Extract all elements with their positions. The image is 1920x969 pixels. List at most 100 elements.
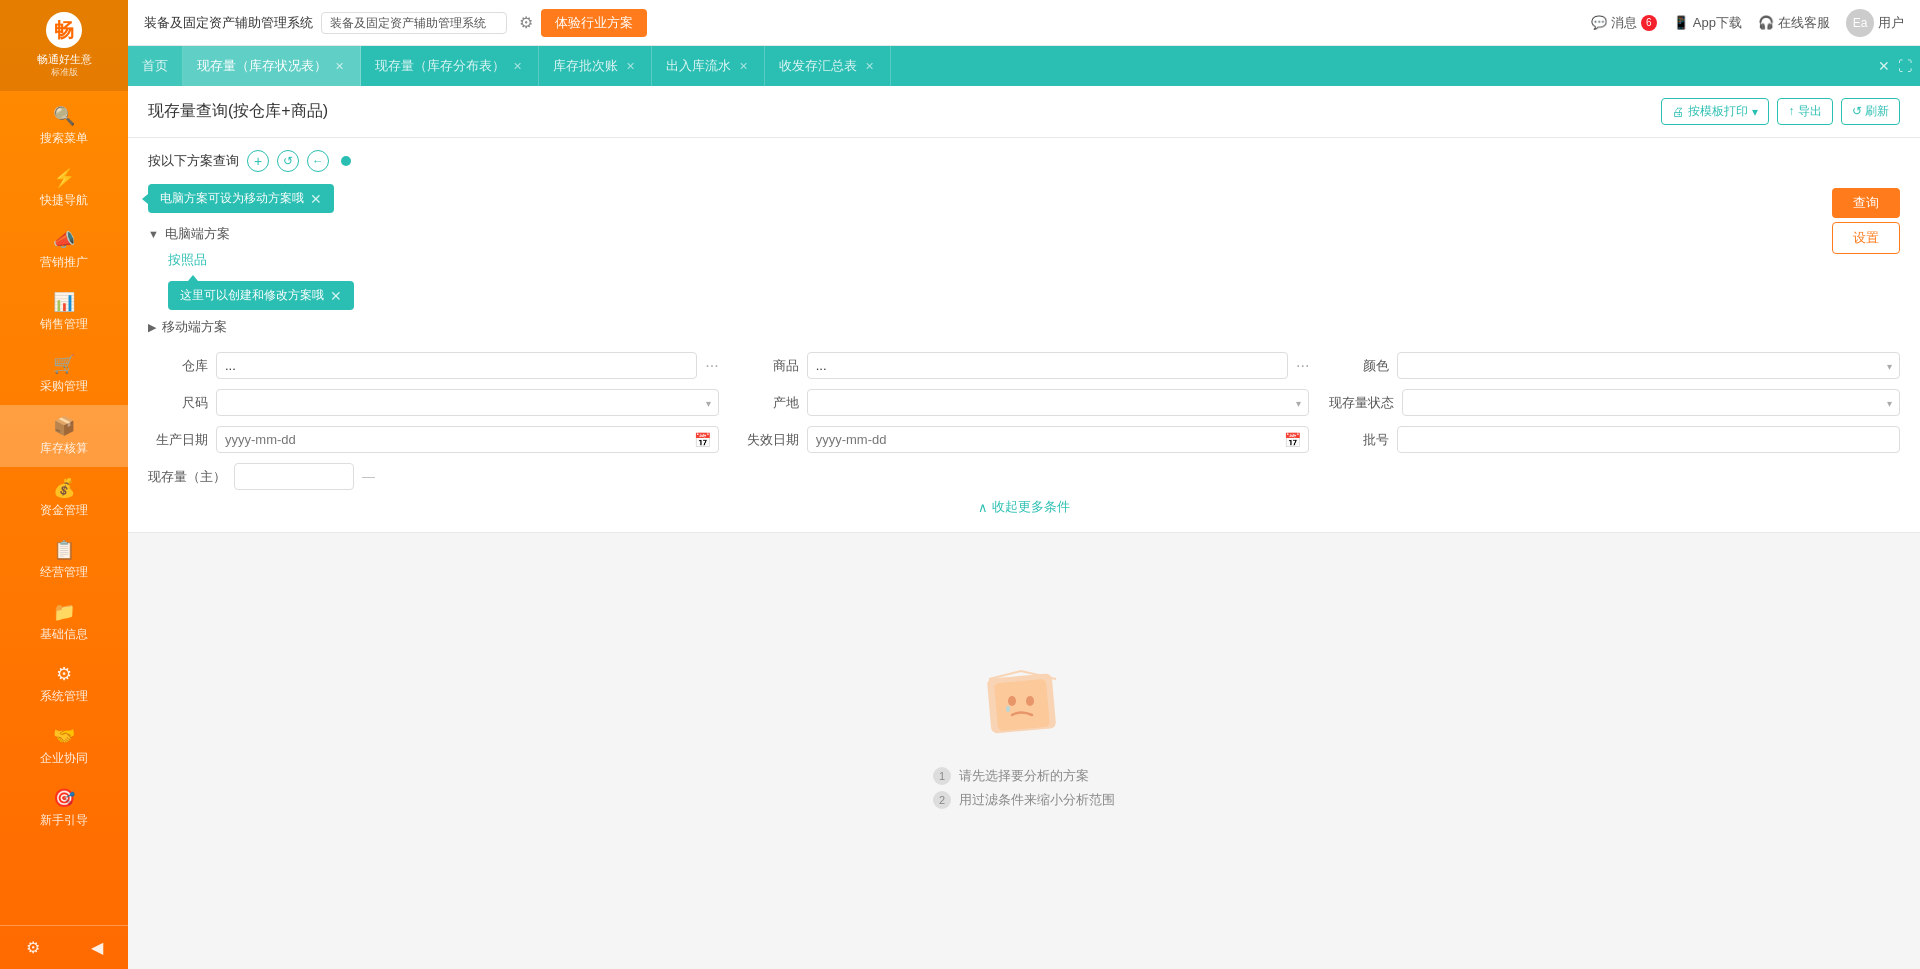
warehouse-more-icon[interactable]: ···: [705, 357, 718, 375]
size-select-wrap: ▾: [216, 389, 719, 416]
collapse-filter-button[interactable]: ∧ 收起更多条件: [978, 498, 1070, 516]
system-selector[interactable]: 装备及固定资产辅助管理系统: [321, 12, 507, 34]
tab-close-icon[interactable]: ✕: [624, 59, 637, 74]
status-select[interactable]: [1402, 389, 1900, 416]
tooltip2-close-icon[interactable]: ✕: [330, 288, 342, 304]
collapse-label: 收起更多条件: [992, 498, 1070, 516]
sales-icon: 📊: [53, 291, 75, 313]
search-button[interactable]: 查询: [1832, 188, 1900, 218]
expire-date-from-input[interactable]: [807, 426, 1310, 453]
tab-close-icon[interactable]: ✕: [863, 59, 876, 74]
user-label: 用户: [1878, 14, 1904, 32]
color-label: 颜色: [1329, 357, 1389, 375]
sidebar-item-basicinfo[interactable]: 📁 基础信息: [0, 591, 128, 653]
chevron-down-icon: ▾: [1752, 105, 1758, 119]
origin-select[interactable]: [807, 389, 1310, 416]
sidebar-item-system[interactable]: ⚙ 系统管理: [0, 653, 128, 715]
produce-date-from-input[interactable]: [216, 426, 719, 453]
template-print-button[interactable]: 🖨 按模板打印 ▾: [1661, 98, 1769, 125]
scheme-group-desktop: ▼ 电脑端方案 按照品: [148, 221, 1900, 273]
sidebar-item-label: 系统管理: [40, 688, 88, 705]
scheme-group-header-mobile[interactable]: ▶ 移动端方案: [148, 314, 1900, 340]
sidebar-item-inventory[interactable]: 📦 库存核算: [0, 405, 128, 467]
online-service-item[interactable]: 🎧 在线客服: [1758, 14, 1830, 32]
sidebar-item-search[interactable]: 🔍 搜索菜单: [0, 95, 128, 157]
industry-plan-button[interactable]: 体验行业方案: [541, 9, 647, 37]
export-icon: ↑: [1788, 104, 1794, 118]
sidebar-item-finance[interactable]: 💰 资金管理: [0, 467, 128, 529]
sidebar-item-collab[interactable]: 🤝 企业协同: [0, 715, 128, 777]
chevron-right-icon: ▼: [148, 228, 159, 240]
scheme-group-label: 移动端方案: [162, 318, 227, 336]
tab-expand-icon[interactable]: ⛶: [1898, 58, 1912, 74]
collapse-sidebar-btn[interactable]: ◀: [83, 934, 111, 961]
marketing-icon: 📣: [53, 229, 75, 251]
tab-inventory-status[interactable]: 现存量（库存状况表） ✕: [183, 46, 361, 86]
page-title: 现存量查询(按仓库+商品): [148, 101, 328, 122]
warehouse-select[interactable]: ...: [216, 352, 697, 379]
app-badge: 标准版: [51, 66, 78, 79]
collab-icon: 🤝: [53, 725, 75, 747]
goods-select-wrap: ...: [807, 352, 1288, 379]
app-download-item[interactable]: 📱 App下载: [1673, 14, 1742, 32]
sidebar-item-purchase[interactable]: 🛒 采购管理: [0, 343, 128, 405]
tab-summary[interactable]: 收发存汇总表 ✕: [765, 46, 891, 86]
tab-close-icon[interactable]: ✕: [333, 59, 346, 74]
export-button[interactable]: ↑ 导出: [1777, 98, 1832, 125]
tab-label: 库存批次账: [553, 57, 618, 75]
sidebar-item-guide[interactable]: 🎯 新手引导: [0, 777, 128, 839]
back-scheme-button[interactable]: ←: [307, 150, 329, 172]
size-select[interactable]: [216, 389, 719, 416]
filter-section: 按以下方案查询 + ↺ ← 电脑方案可设为移动方案哦 ✕ ▼ 电脑端方案: [128, 138, 1920, 533]
batch-label: 批号: [1329, 431, 1389, 449]
search-btn-group: 查询 设置: [1832, 188, 1900, 254]
goods-select[interactable]: ...: [807, 352, 1288, 379]
tab-home[interactable]: 首页: [128, 46, 183, 86]
guide-icon: 🎯: [53, 787, 75, 809]
user-item[interactable]: Ea 用户: [1846, 9, 1904, 37]
topbar: 装备及固定资产辅助管理系统 装备及固定资产辅助管理系统 ⚙ 体验行业方案 💬 消…: [128, 0, 1920, 46]
produce-date-label: 生产日期: [148, 431, 208, 449]
sidebar-item-label: 营销推广: [40, 254, 88, 271]
filter-row-warehouse: 仓库 ... ···: [148, 352, 719, 379]
sidebar-item-sales[interactable]: 📊 销售管理: [0, 281, 128, 343]
tab-close-icon[interactable]: ✕: [511, 59, 524, 74]
message-icon: 💬: [1591, 15, 1607, 30]
sidebar-item-marketing[interactable]: 📣 营销推广: [0, 219, 128, 281]
tab-flow[interactable]: 出入库流水 ✕: [652, 46, 765, 86]
search-icon: 🔍: [53, 105, 75, 127]
settings-gear-icon[interactable]: ⚙: [519, 13, 533, 32]
operations-icon: 📋: [53, 539, 75, 561]
goods-more-icon[interactable]: ···: [1296, 357, 1309, 375]
sidebar-item-quicknav[interactable]: ⚡ 快捷导航: [0, 157, 128, 219]
batch-input[interactable]: [1397, 426, 1900, 453]
color-select[interactable]: [1397, 352, 1900, 379]
tab-close-icon[interactable]: ✕: [737, 59, 750, 74]
add-scheme-button[interactable]: +: [247, 150, 269, 172]
tab-bar: 首页 现存量（库存状况表） ✕ 现存量（库存分布表） ✕ 库存批次账 ✕ 出入库…: [128, 46, 1920, 86]
sidebar-item-operations[interactable]: 📋 经营管理: [0, 529, 128, 591]
quicknav-icon: ⚡: [53, 167, 75, 189]
system-title: 装备及固定资产辅助管理系统: [144, 14, 313, 32]
svg-point-3: [1026, 696, 1034, 706]
scheme-group-header-desktop[interactable]: ▼ 电脑端方案: [148, 221, 1900, 247]
scheme-item-product[interactable]: 按照品: [148, 247, 1900, 273]
header-actions: 🖨 按模板打印 ▾ ↑ 导出 ↺ 刷新: [1661, 98, 1900, 125]
refresh-scheme-button[interactable]: ↺: [277, 150, 299, 172]
tooltip1-close-icon[interactable]: ✕: [310, 191, 322, 207]
sidebar-item-label: 快捷导航: [40, 192, 88, 209]
color-select-wrap: ▾: [1397, 352, 1900, 379]
settings-bottom-btn[interactable]: ⚙: [18, 934, 48, 961]
tab-close-all-icon[interactable]: ✕: [1878, 58, 1890, 74]
reset-button[interactable]: 设置: [1832, 222, 1900, 254]
warehouse-select-wrap: ...: [216, 352, 697, 379]
template-print-label: 按模板打印: [1688, 103, 1748, 120]
messages-item[interactable]: 💬 消息 6: [1591, 14, 1657, 32]
refresh-button[interactable]: ↺ 刷新: [1841, 98, 1900, 125]
tooltip1-text: 电脑方案可设为移动方案哦: [160, 190, 304, 207]
page-header-top: 现存量查询(按仓库+商品) 🖨 按模板打印 ▾ ↑ 导出 ↺ 刷新: [148, 98, 1900, 125]
stock-main-from-input[interactable]: [234, 463, 354, 490]
tab-inventory-dist[interactable]: 现存量（库存分布表） ✕: [361, 46, 539, 86]
tab-batch-account[interactable]: 库存批次账 ✕: [539, 46, 652, 86]
hint1-text: 请先选择要分析的方案: [959, 767, 1089, 785]
